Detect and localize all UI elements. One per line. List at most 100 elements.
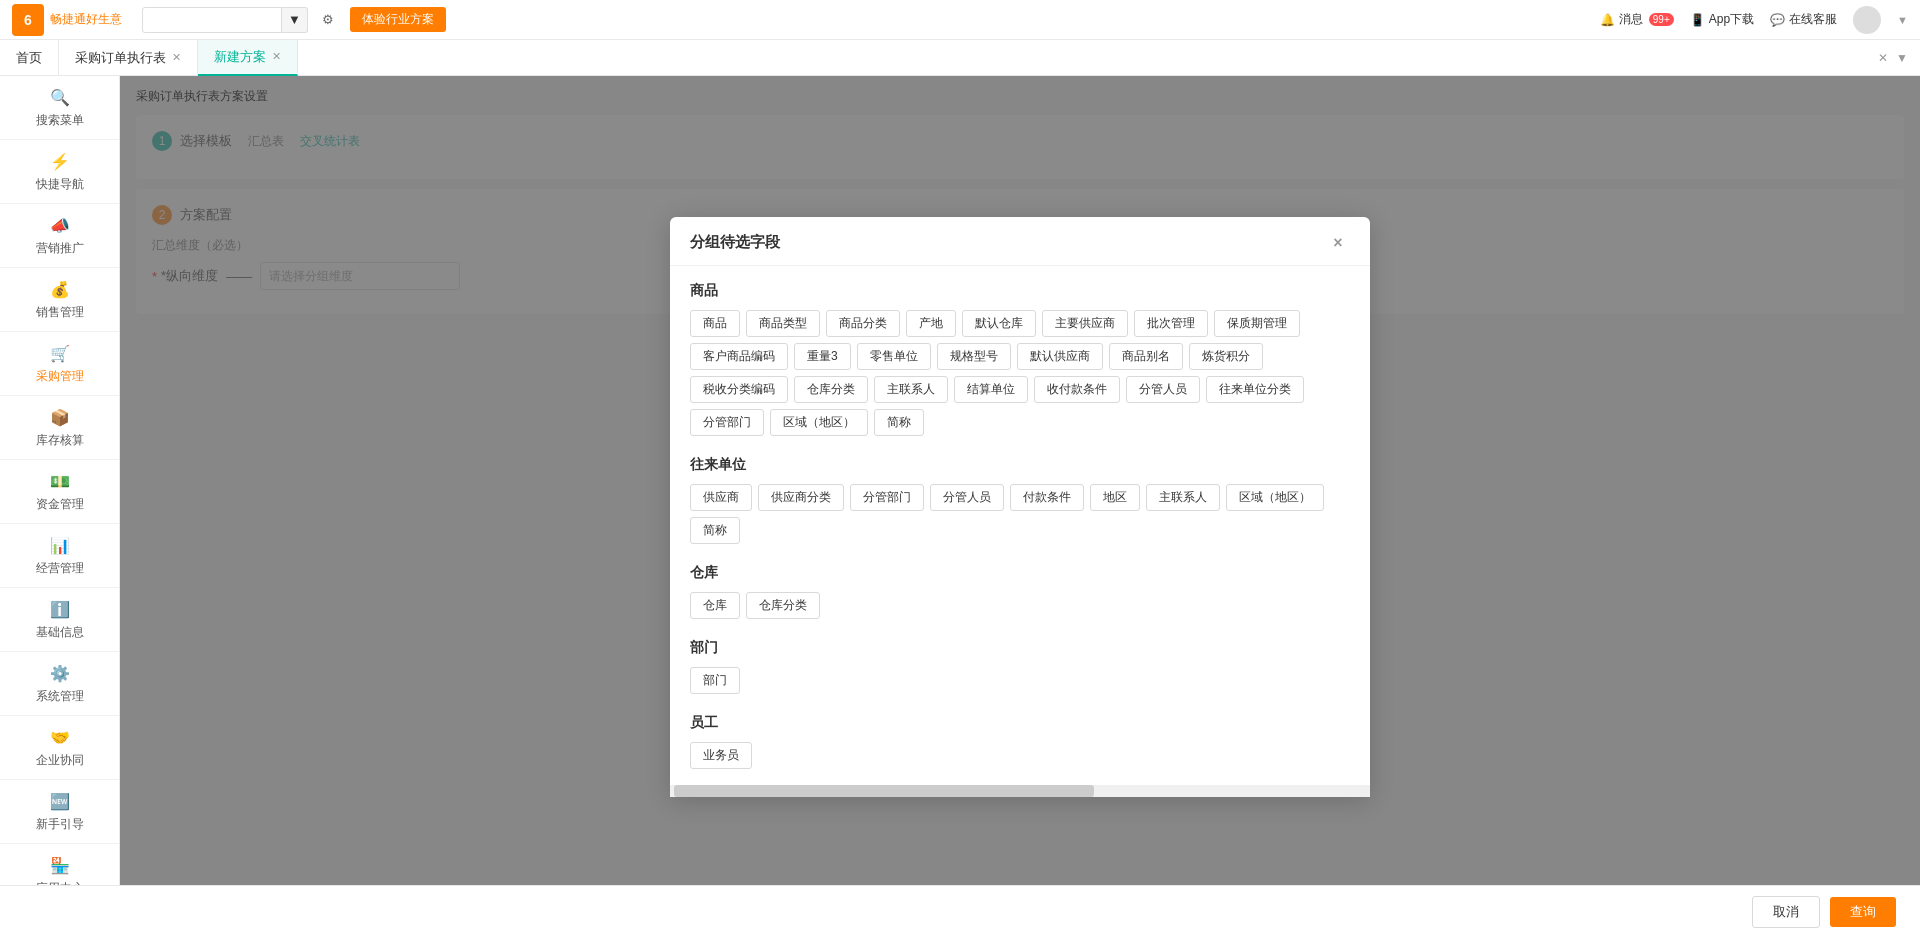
app-download-item[interactable]: 📱 App下载 (1690, 11, 1754, 28)
finance-icon: 💵 (49, 470, 71, 492)
employee-field-group: 员工 业务员 (690, 714, 1350, 769)
user-avatar[interactable] (1853, 6, 1881, 34)
field-tag-short-name[interactable]: 简称 (874, 409, 924, 436)
field-tag-partner-category[interactable]: 往来单位分类 (1206, 376, 1304, 403)
field-tag-default-supplier[interactable]: 默认供应商 (1017, 343, 1103, 370)
search-button[interactable]: ▼ (282, 7, 308, 33)
sidebar-system-label: 系统管理 (36, 688, 84, 705)
sidebar-guide-label: 新手引导 (36, 816, 84, 833)
online-service-label: 在线客服 (1789, 11, 1837, 28)
sidebar-item-inventory[interactable]: 📦 库存核算 (0, 396, 119, 460)
field-tag-partner-short-name[interactable]: 简称 (690, 517, 740, 544)
management-icon: 📊 (49, 534, 71, 556)
search-input[interactable] (142, 7, 282, 33)
field-tag-product[interactable]: 商品 (690, 310, 740, 337)
logo-area: 6 畅捷通好生意 (12, 4, 132, 36)
download-icon: 📱 (1690, 13, 1705, 27)
field-tag-department[interactable]: 部门 (690, 667, 740, 694)
notification-label: 消息 (1619, 11, 1643, 28)
main-layout: 🔍 搜索菜单 ⚡ 快捷导航 📣 营销推广 💰 销售管理 🛒 采购管理 📦 库存核… (0, 76, 1920, 937)
sidebar-item-search[interactable]: 🔍 搜索菜单 (0, 76, 119, 140)
field-tag-shelf-life[interactable]: 保质期管理 (1214, 310, 1300, 337)
sidebar-item-system[interactable]: ⚙️ 系统管理 (0, 652, 119, 716)
sidebar-item-guide[interactable]: 🆕 新手引导 (0, 780, 119, 844)
sidebar-item-sales[interactable]: 💰 销售管理 (0, 268, 119, 332)
modal-close-button[interactable]: × (1326, 231, 1350, 255)
field-tag-payment-condition[interactable]: 付款条件 (1010, 484, 1084, 511)
sidebar-item-basic-info[interactable]: ℹ️ 基础信息 (0, 588, 119, 652)
sidebar-item-enterprise[interactable]: 🤝 企业协同 (0, 716, 119, 780)
field-tag-partner-dept[interactable]: 分管部门 (850, 484, 924, 511)
confirm-button[interactable]: 查询 (1830, 897, 1896, 927)
field-select-modal: 分组待选字段 × 商品 商品 商品类型 商品分类 产地 默认仓库 主要供应商 (670, 217, 1370, 797)
notification-item[interactable]: 🔔 消息 99+ (1600, 11, 1674, 28)
field-tag-supplier[interactable]: 供应商 (690, 484, 752, 511)
online-service-item[interactable]: 💬 在线客服 (1770, 11, 1837, 28)
modal-scroll-thumb (674, 785, 1094, 797)
field-tag-dept-managed[interactable]: 分管部门 (690, 409, 764, 436)
field-tag-customer-code[interactable]: 客户商品编码 (690, 343, 788, 370)
warehouse-field-tags: 仓库 仓库分类 (690, 592, 1350, 619)
field-tag-tax-code[interactable]: 税收分类编码 (690, 376, 788, 403)
field-tag-payment-terms[interactable]: 收付款条件 (1034, 376, 1120, 403)
modal-horizontal-scrollbar[interactable] (670, 785, 1370, 797)
field-tag-refine-points[interactable]: 炼货积分 (1189, 343, 1263, 370)
tab-bar: 首页 采购订单执行表 ✕ 新建方案 ✕ ✕ ▼ (0, 40, 1920, 76)
sidebar-item-purchase[interactable]: 🛒 采购管理 (0, 332, 119, 396)
field-tag-partner-contact[interactable]: 主联系人 (1146, 484, 1220, 511)
field-tag-main-supplier[interactable]: 主要供应商 (1042, 310, 1128, 337)
field-tag-warehouse[interactable]: 仓库 (690, 592, 740, 619)
field-tag-settlement-unit[interactable]: 结算单位 (954, 376, 1028, 403)
enterprise-icon: 🤝 (49, 726, 71, 748)
sidebar-inventory-label: 库存核算 (36, 432, 84, 449)
tab-purchase-label: 采购订单执行表 (75, 49, 166, 67)
field-tag-retail-unit[interactable]: 零售单位 (857, 343, 931, 370)
tab-purchase-close[interactable]: ✕ (172, 51, 181, 64)
department-section-title: 部门 (690, 639, 1350, 657)
field-tag-main-contact[interactable]: 主联系人 (874, 376, 948, 403)
product-field-group: 商品 商品 商品类型 商品分类 产地 默认仓库 主要供应商 批次管理 保质期管理… (690, 282, 1350, 436)
app-center-icon: 🏪 (49, 854, 71, 876)
tab-home[interactable]: 首页 (0, 40, 59, 76)
system-icon: ⚙️ (49, 662, 71, 684)
cancel-button[interactable]: 取消 (1752, 896, 1820, 928)
field-tag-salesperson[interactable]: 业务员 (690, 742, 752, 769)
tab-new-plan-close[interactable]: ✕ (272, 50, 281, 63)
field-tag-region[interactable]: 区域（地区） (770, 409, 868, 436)
user-menu-icon[interactable]: ▼ (1897, 14, 1908, 26)
field-tag-product-type[interactable]: 商品类型 (746, 310, 820, 337)
field-tag-warehouse-category[interactable]: 仓库分类 (794, 376, 868, 403)
sales-icon: 💰 (49, 278, 71, 300)
field-tag-area[interactable]: 地区 (1090, 484, 1140, 511)
field-tag-spec-model[interactable]: 规格型号 (937, 343, 1011, 370)
sidebar-basic-info-label: 基础信息 (36, 624, 84, 641)
field-tag-batch-mgmt[interactable]: 批次管理 (1134, 310, 1208, 337)
modal-title: 分组待选字段 (690, 233, 780, 252)
sidebar-item-quicknav[interactable]: ⚡ 快捷导航 (0, 140, 119, 204)
field-tag-wh-category[interactable]: 仓库分类 (746, 592, 820, 619)
tab-new-plan[interactable]: 新建方案 ✕ (198, 40, 298, 76)
field-tag-supplier-category[interactable]: 供应商分类 (758, 484, 844, 511)
field-tag-weight[interactable]: 重量3 (794, 343, 851, 370)
field-tag-origin[interactable]: 产地 (906, 310, 956, 337)
sidebar-item-marketing[interactable]: 📣 营销推广 (0, 204, 119, 268)
field-tag-product-alias[interactable]: 商品别名 (1109, 343, 1183, 370)
settings-icon[interactable]: ⚙ (314, 6, 342, 34)
tab-menu-icon[interactable]: ▼ (1896, 51, 1908, 65)
product-section-title: 商品 (690, 282, 1350, 300)
logo-text: 畅捷通好生意 (50, 12, 122, 26)
partner-section-title: 往来单位 (690, 456, 1350, 474)
field-tag-partner-region[interactable]: 区域（地区） (1226, 484, 1324, 511)
sidebar-item-finance[interactable]: 💵 资金管理 (0, 460, 119, 524)
field-tag-product-category[interactable]: 商品分类 (826, 310, 900, 337)
sidebar-item-management[interactable]: 📊 经营管理 (0, 524, 119, 588)
product-field-tags: 商品 商品类型 商品分类 产地 默认仓库 主要供应商 批次管理 保质期管理 客户… (690, 310, 1350, 436)
tab-purchase-order[interactable]: 采购订单执行表 ✕ (59, 40, 198, 76)
tab-close-all[interactable]: ✕ (1878, 51, 1888, 65)
trial-button[interactable]: 体验行业方案 (350, 7, 446, 32)
field-tag-manager[interactable]: 分管人员 (1126, 376, 1200, 403)
marketing-icon: 📣 (49, 214, 71, 236)
guide-icon: 🆕 (49, 790, 71, 812)
field-tag-default-warehouse[interactable]: 默认仓库 (962, 310, 1036, 337)
field-tag-partner-manager[interactable]: 分管人员 (930, 484, 1004, 511)
